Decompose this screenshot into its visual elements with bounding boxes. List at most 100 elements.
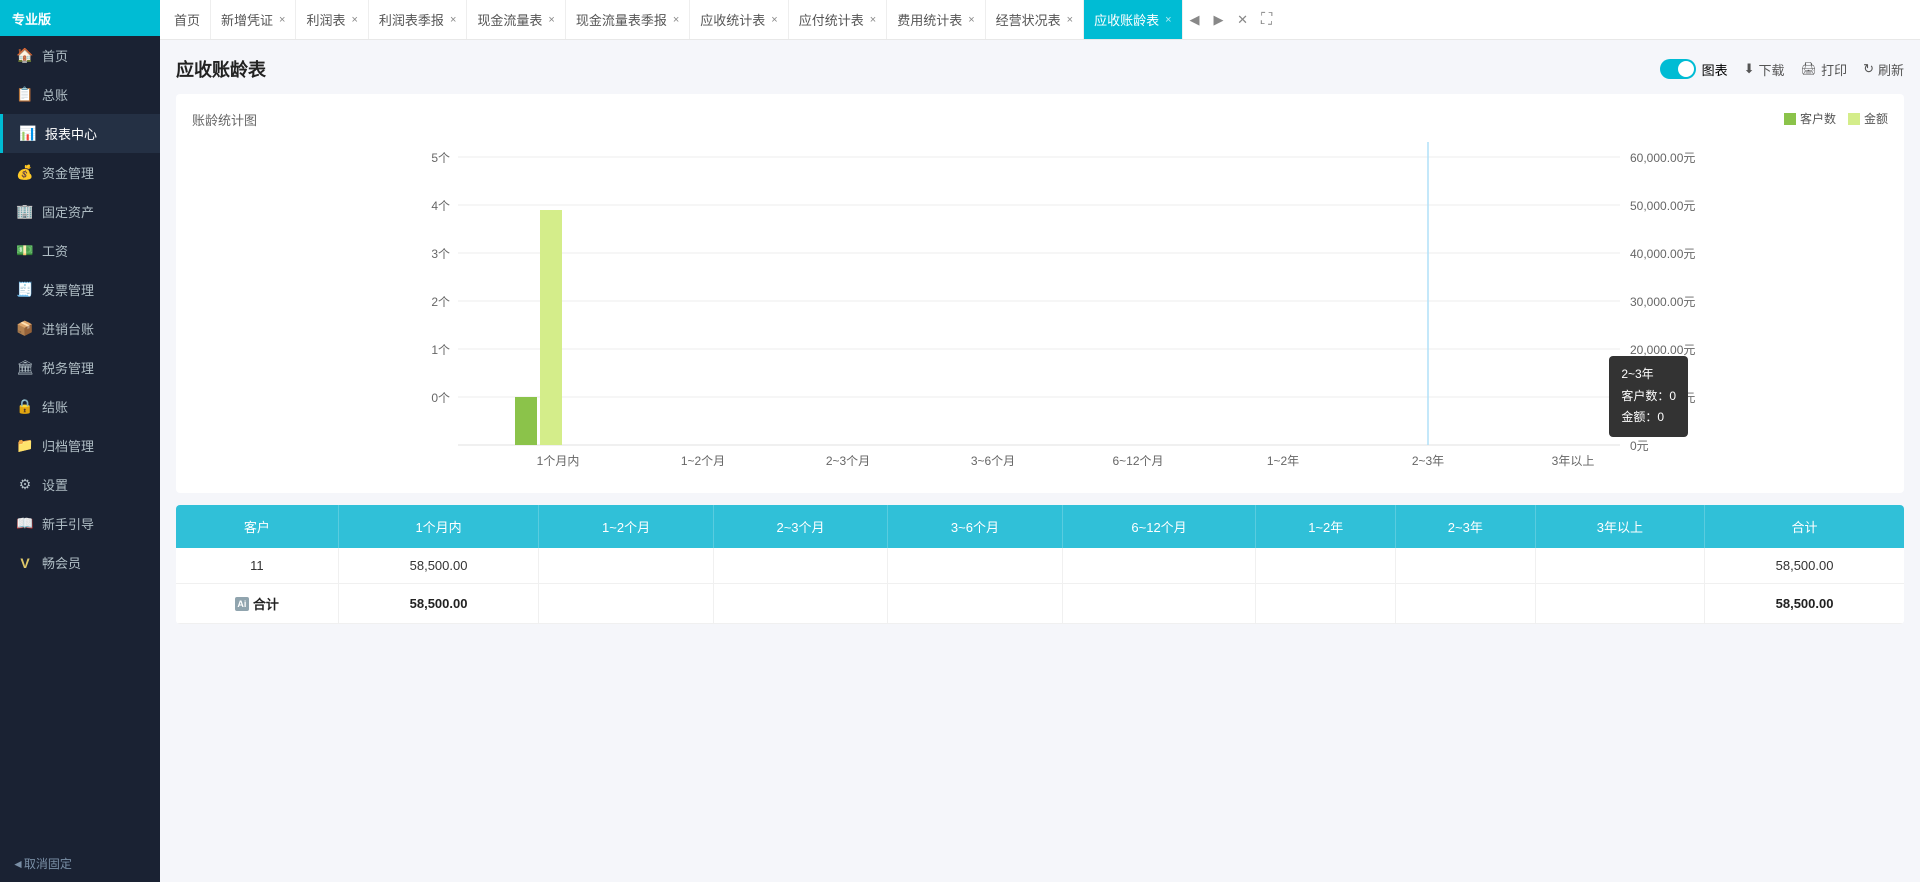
close-icon[interactable]: ×	[771, 14, 777, 26]
header-actions: 图表 ⬇ 下载 🖨 打印 ↻ 刷新	[1660, 59, 1904, 79]
tab-cashflow[interactable]: 现金流量表 ×	[467, 0, 565, 40]
cell-total: 58,500.00	[1705, 548, 1904, 584]
invoice-icon: 🧾	[16, 281, 34, 299]
sidebar-collapse-btn[interactable]: ◄取消固定	[0, 845, 160, 882]
sidebar-item-ledger[interactable]: 📋 总账	[0, 75, 160, 114]
sidebar-item-funds[interactable]: 💰 资金管理	[0, 153, 160, 192]
sidebar-item-salary[interactable]: 💵 工资	[0, 231, 160, 270]
download-icon: ⬇	[1744, 61, 1755, 77]
sidebar-item-vip[interactable]: V 畅会员	[0, 543, 160, 582]
svg-text:4个: 4个	[431, 199, 450, 213]
tabs-bar: 首页 新增凭证 × 利润表 × 利润表季报 × 现金流量表 × 现金流量表季报 …	[160, 0, 1920, 40]
tab-new-voucher[interactable]: 新增凭证 ×	[211, 0, 296, 40]
tab-close-all-btn[interactable]: ✕	[1231, 8, 1255, 32]
sidebar-item-reports[interactable]: 📊 报表中心	[0, 114, 160, 153]
tab-receivable-aging[interactable]: 应收账龄表 ×	[1084, 0, 1182, 40]
svg-text:1个月内: 1个月内	[537, 454, 580, 468]
tab-label: 新增凭证	[221, 10, 273, 29]
close-icon[interactable]: ×	[1067, 14, 1073, 26]
legend-label-amount: 金额	[1864, 110, 1888, 127]
tab-profit-quarter[interactable]: 利润表季报 ×	[369, 0, 467, 40]
tab-prev-btn[interactable]: ◀	[1183, 8, 1207, 32]
col-total: 合计	[1705, 505, 1904, 548]
total-total: 58,500.00	[1705, 584, 1904, 624]
tab-label: 应付统计表	[799, 10, 864, 29]
svg-text:0元: 0元	[1630, 439, 1649, 453]
archive-icon: 📁	[16, 437, 34, 455]
tooltip-customers: 客户数：0	[1621, 386, 1676, 408]
guide-icon: 📖	[16, 515, 34, 533]
tab-cashflow-quarter[interactable]: 现金流量表季报 ×	[566, 0, 690, 40]
total-m36	[888, 584, 1062, 624]
tooltip-amount: 金额：0	[1621, 407, 1676, 429]
tab-label: 经营状况表	[996, 10, 1061, 29]
collapse-label: ◄取消固定	[12, 855, 72, 872]
close-icon[interactable]: ×	[968, 14, 974, 26]
chart-toggle[interactable]	[1660, 59, 1696, 79]
close-icon[interactable]: ×	[548, 14, 554, 26]
svg-text:2~3年: 2~3年	[1412, 454, 1444, 468]
cell-m36	[888, 548, 1062, 584]
chart-legend: 客户数 金额	[1784, 110, 1888, 127]
close-icon[interactable]: ×	[279, 14, 285, 26]
funds-icon: 💰	[16, 164, 34, 182]
close-icon[interactable]: ×	[351, 14, 357, 26]
chart-svg-wrap: 5个 4个 3个 2个 1个 0个 60,000.00元 50,000.00元 …	[192, 137, 1888, 477]
close-icon[interactable]: ×	[870, 14, 876, 26]
sidebar-item-invoice[interactable]: 🧾 发票管理	[0, 270, 160, 309]
total-m23	[713, 584, 887, 624]
sidebar-item-guide[interactable]: 📖 新手引导	[0, 504, 160, 543]
sidebar-item-home[interactable]: 🏠 首页	[0, 36, 160, 75]
download-button[interactable]: ⬇ 下载	[1744, 60, 1785, 79]
refresh-icon: ↻	[1863, 61, 1874, 77]
closing-icon: 🔒	[16, 398, 34, 416]
tab-receivable-stat[interactable]: 应收统计表 ×	[690, 0, 788, 40]
total-m12	[539, 584, 713, 624]
tab-home[interactable]: 首页	[164, 0, 211, 40]
purchase-icon: 📦	[16, 320, 34, 338]
data-table: 客户 1个月内 1~2个月 2~3个月 3~6个月 6~12个月 1~2年 2~…	[176, 505, 1904, 624]
svg-text:3~6个月: 3~6个月	[971, 454, 1015, 468]
close-icon[interactable]: ×	[450, 14, 456, 26]
close-icon[interactable]: ×	[1165, 14, 1171, 26]
sidebar-item-label: 设置	[42, 475, 68, 494]
tab-payable-stat[interactable]: 应付统计表 ×	[789, 0, 887, 40]
sidebar-item-purchase[interactable]: 📦 进销台账	[0, 309, 160, 348]
sidebar-item-settings[interactable]: ⚙ 设置	[0, 465, 160, 504]
tax-icon: 🏛	[16, 359, 34, 377]
tab-business-status[interactable]: 经营状况表 ×	[986, 0, 1084, 40]
col-customer: 客户	[176, 505, 338, 548]
sidebar-item-label: 发票管理	[42, 280, 94, 299]
close-icon[interactable]: ×	[673, 14, 679, 26]
sidebar-item-tax[interactable]: 🏛 税务管理	[0, 348, 160, 387]
svg-text:30,000.00元: 30,000.00元	[1630, 295, 1695, 309]
sidebar-item-assets[interactable]: 🏢 固定资产	[0, 192, 160, 231]
cell-customer: 11	[176, 548, 338, 584]
vip-icon: V	[16, 554, 34, 572]
print-label: 打印	[1821, 60, 1847, 79]
svg-text:20,000.00元: 20,000.00元	[1630, 343, 1695, 357]
tab-expense-stat[interactable]: 费用统计表 ×	[887, 0, 985, 40]
total-label-cell: Ai 合计	[176, 584, 338, 624]
print-icon: 🖨	[1801, 61, 1818, 77]
sidebar-item-archive[interactable]: 📁 归档管理	[0, 426, 160, 465]
tab-profit[interactable]: 利润表 ×	[296, 0, 368, 40]
cell-y3plus	[1535, 548, 1705, 584]
col-y23: 2~3年	[1396, 505, 1536, 548]
page-header: 应收账龄表 图表 ⬇ 下载 🖨 打印 ↻ 刷新	[176, 56, 1904, 82]
bar-customers-0	[515, 397, 537, 445]
tab-next-btn[interactable]: ▶	[1207, 8, 1231, 32]
sidebar-item-closing[interactable]: 🔒 结账	[0, 387, 160, 426]
cell-m612	[1062, 548, 1256, 584]
col-y12: 1~2年	[1256, 505, 1396, 548]
svg-text:2个: 2个	[431, 295, 450, 309]
bar-amount-0	[540, 210, 562, 445]
refresh-button[interactable]: ↻ 刷新	[1863, 60, 1904, 79]
tab-maximize-btn[interactable]: ⛶	[1255, 8, 1279, 32]
tooltip-category: 2~3年	[1621, 364, 1676, 386]
print-button[interactable]: 🖨 打印	[1801, 60, 1848, 79]
legend-customers: 客户数	[1784, 110, 1836, 127]
table-row: 11 58,500.00 58,500.00	[176, 548, 1904, 584]
svg-text:3年以上: 3年以上	[1552, 454, 1595, 468]
total-m1: 58,500.00	[338, 584, 539, 624]
